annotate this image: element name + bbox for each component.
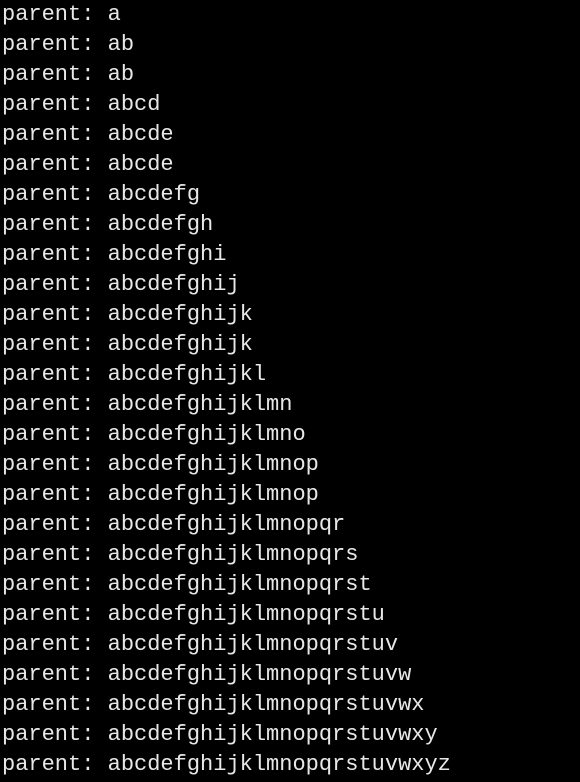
terminal-line: parent: a (2, 0, 578, 30)
line-value: abcdefg (108, 182, 200, 207)
line-value: abcdefghi (108, 242, 227, 267)
terminal-line: parent: ab (2, 30, 578, 60)
terminal-line: parent: abcdefghijklmnopqrstuvwxyz (2, 750, 578, 780)
line-prefix: parent: (2, 62, 108, 87)
line-value: ab (108, 62, 134, 87)
line-value: abcdefghijklmnopqrst (108, 572, 372, 597)
terminal-line: parent: abcdefghijklmno (2, 420, 578, 450)
terminal-line: parent: abcdefgh (2, 210, 578, 240)
terminal-line: parent: abcdefg (2, 180, 578, 210)
terminal-line: parent: abcdefghijkl (2, 360, 578, 390)
terminal-line: parent: abcde (2, 150, 578, 180)
line-prefix: parent: (2, 632, 108, 657)
line-prefix: parent: (2, 242, 108, 267)
line-value: abcdefghijkl (108, 362, 266, 387)
line-value: abcdefghijklmnop (108, 452, 319, 477)
terminal-line: parent: abcdefghijklmnop (2, 450, 578, 480)
line-value: abcdefghijklmnop (108, 482, 319, 507)
terminal-line: parent: abcdefghijk (2, 300, 578, 330)
line-prefix: parent: (2, 512, 108, 537)
terminal-line: parent: ab (2, 60, 578, 90)
terminal-line: parent: abcde (2, 120, 578, 150)
line-value: abcdefghijklmnopqrstu (108, 602, 385, 627)
line-value: abcdefghijklmnopqr (108, 512, 346, 537)
terminal-line: parent: abcdefghijklmnopqrstu (2, 600, 578, 630)
line-value: abcdefghijklmnopqrstuv (108, 632, 398, 657)
terminal-line: parent: abcdefghijklmnopqrstuv (2, 630, 578, 660)
line-value: abcdefghijklmnopqrstuvwxy (108, 722, 438, 747)
line-prefix: parent: (2, 122, 108, 147)
line-prefix: parent: (2, 332, 108, 357)
line-prefix: parent: (2, 482, 108, 507)
line-value: abcdefghijklmnopqrs (108, 542, 359, 567)
line-prefix: parent: (2, 92, 108, 117)
terminal-line: parent: abcdefghij (2, 270, 578, 300)
line-prefix: parent: (2, 32, 108, 57)
terminal-line: parent: abcdefghi (2, 240, 578, 270)
terminal-output: parent: a parent: ab parent: ab parent: … (0, 0, 580, 782)
terminal-line: parent: abcdefghijklmnopqrst (2, 570, 578, 600)
line-value: abcdefghijklmnopqrstuvw (108, 662, 412, 687)
line-prefix: parent: (2, 152, 108, 177)
line-prefix: parent: (2, 752, 108, 777)
line-prefix: parent: (2, 422, 108, 447)
terminal-line: parent: abcdefghijklmnopqrstuvwxy (2, 720, 578, 750)
line-value: a (108, 2, 121, 27)
terminal-line: parent: abcd (2, 90, 578, 120)
line-value: abcdefghijklmno (108, 422, 306, 447)
line-value: abcde (108, 152, 174, 177)
line-value: abcde (108, 122, 174, 147)
line-value: ab (108, 32, 134, 57)
line-prefix: parent: (2, 662, 108, 687)
line-prefix: parent: (2, 272, 108, 297)
line-prefix: parent: (2, 452, 108, 477)
line-prefix: parent: (2, 572, 108, 597)
line-prefix: parent: (2, 182, 108, 207)
line-prefix: parent: (2, 722, 108, 747)
line-value: abcd (108, 92, 161, 117)
line-value: abcdefghijklmn (108, 392, 293, 417)
terminal-line: parent: abcdefghijklmnopqrstuvwx (2, 690, 578, 720)
terminal-line: parent: abcdefghijk (2, 330, 578, 360)
terminal-line: parent: abcdefghijklmn (2, 390, 578, 420)
line-value: abcdefghijklmnopqrstuvwxyz (108, 752, 451, 777)
line-prefix: parent: (2, 602, 108, 627)
terminal-line: parent: abcdefghijklmnopqrstuvw (2, 660, 578, 690)
terminal-line: parent: abcdefghijklmnopqr (2, 510, 578, 540)
line-prefix: parent: (2, 542, 108, 567)
terminal-line: parent: abcdefghijklmnopqrs (2, 540, 578, 570)
line-prefix: parent: (2, 392, 108, 417)
line-value: abcdefghij (108, 272, 240, 297)
line-prefix: parent: (2, 2, 108, 27)
line-prefix: parent: (2, 692, 108, 717)
line-prefix: parent: (2, 212, 108, 237)
line-prefix: parent: (2, 302, 108, 327)
line-value: abcdefgh (108, 212, 214, 237)
line-value: abcdefghijk (108, 332, 253, 357)
line-value: abcdefghijklmnopqrstuvwx (108, 692, 425, 717)
line-value: abcdefghijk (108, 302, 253, 327)
terminal-line: parent: abcdefghijklmnop (2, 480, 578, 510)
line-prefix: parent: (2, 362, 108, 387)
